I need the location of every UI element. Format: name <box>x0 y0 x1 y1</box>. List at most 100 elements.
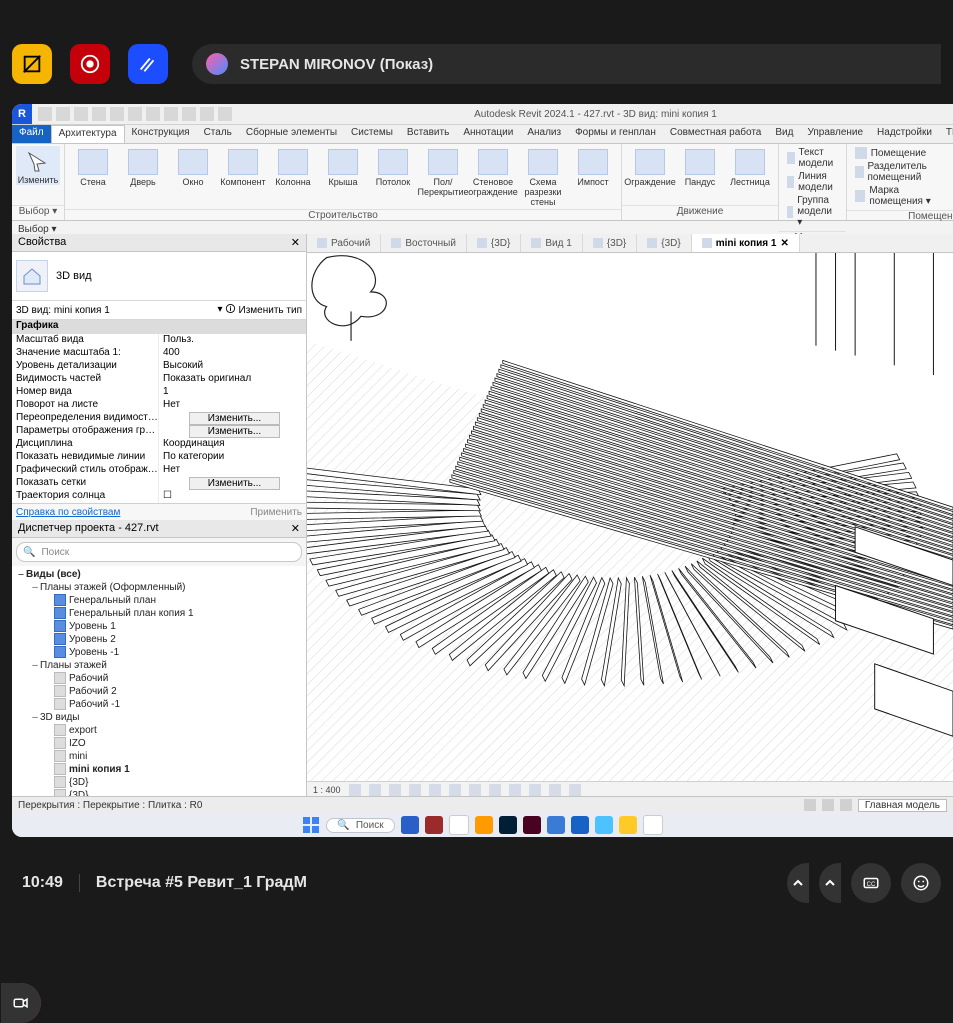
view-canvas[interactable] <box>307 253 953 781</box>
tree-node[interactable]: –3D виды <box>16 711 302 724</box>
close-icon[interactable]: ✕ <box>291 236 300 249</box>
prop-row[interactable]: Уровень детализацииВысокий <box>12 360 306 373</box>
tb-app[interactable] <box>547 816 565 834</box>
tb-app[interactable] <box>595 816 613 834</box>
tree-node[interactable]: –Виды (все) <box>16 568 302 581</box>
properties-type-selector[interactable]: 3D вид <box>12 252 306 301</box>
close-icon[interactable]: ✕ <box>780 238 788 249</box>
btn-annotate[interactable] <box>128 44 168 84</box>
prop-row[interactable]: Переопределения видимости/г...Изменить..… <box>12 412 306 425</box>
prop-row[interactable]: ДисциплинаКоординация <box>12 438 306 451</box>
tool-Колонна[interactable]: Колонна <box>269 146 317 187</box>
tree-node[interactable]: Уровень 1 <box>16 620 302 633</box>
view-tab[interactable]: Восточный <box>381 234 467 252</box>
view-tab[interactable]: {3D} <box>583 234 637 252</box>
prop-row[interactable]: Параметры отображения граф...Изменить... <box>12 425 306 438</box>
prop-row[interactable]: Показать сеткиИзменить... <box>12 477 306 490</box>
close-icon[interactable]: ✕ <box>291 522 300 535</box>
props-help-link[interactable]: Справка по свойствам <box>16 507 120 518</box>
prop-row[interactable]: Графический стиль отображен...Нет <box>12 464 306 477</box>
view-control-bar[interactable]: 1 : 400 <box>307 781 953 797</box>
tb-explorer[interactable] <box>619 816 637 834</box>
tool-Компонент[interactable]: Компонент <box>219 146 267 187</box>
start-icon[interactable] <box>302 816 320 834</box>
tool-Потолок[interactable]: Потолок <box>369 146 417 187</box>
props-apply[interactable]: Применить <box>250 507 302 518</box>
prop-row[interactable]: Показать невидимые линииПо категории <box>12 451 306 464</box>
captions-button[interactable]: CC <box>851 863 891 903</box>
tool-Крыша[interactable]: Крыша <box>319 146 367 187</box>
tree-node[interactable]: IZO <box>16 737 302 750</box>
active-workset[interactable]: Главная модель <box>858 799 947 812</box>
tool-Лестница[interactable]: Лестница <box>726 146 774 187</box>
prop-row[interactable]: Номер вида1 <box>12 386 306 399</box>
tb-id[interactable] <box>523 816 541 834</box>
tool-Текст модели[interactable]: Текст модели <box>783 146 842 170</box>
tool-Стеновое ограждение[interactable]: Стеновое ограждение <box>469 146 517 197</box>
props-group-graphics[interactable]: Графика <box>12 320 306 334</box>
tool-Разделитель помещений[interactable]: Разделитель помещений <box>851 160 953 184</box>
tool-Пандус[interactable]: Пандус <box>676 146 724 187</box>
chevron-up-icon[interactable] <box>819 863 841 903</box>
prop-row[interactable]: Траектория солнца☐ <box>12 490 306 503</box>
tree-node[interactable]: {3D} <box>16 776 302 789</box>
prop-row[interactable]: Поворот на листеНет <box>12 399 306 412</box>
view-tab[interactable]: mini копия 1 ✕ <box>692 234 800 252</box>
btn-present[interactable] <box>12 44 52 84</box>
tb-app[interactable] <box>425 816 443 834</box>
browser-search[interactable]: 🔍Поиск <box>16 542 302 562</box>
tool-Марка помещения ▾[interactable]: Марка помещения ▾ <box>851 184 953 208</box>
mic-control[interactable] <box>777 863 809 903</box>
tree-node[interactable]: mini <box>16 750 302 763</box>
view-tabs[interactable]: РабочийВосточный{3D}Вид 1{3D}{3D}mini ко… <box>307 234 953 253</box>
prop-row[interactable]: Значение масштаба 1:400 <box>12 347 306 360</box>
tree-node[interactable]: Уровень 2 <box>16 633 302 646</box>
prop-row[interactable]: Видимость частейПоказать оригинал <box>12 373 306 386</box>
tree-node[interactable]: mini копия 1 <box>16 763 302 776</box>
btn-record[interactable] <box>70 44 110 84</box>
view-tab[interactable]: {3D} <box>467 234 521 252</box>
qat-icons[interactable] <box>32 107 238 121</box>
tab-arch[interactable]: Архитектура <box>51 125 125 143</box>
tool-Стена[interactable]: Стена <box>69 146 117 187</box>
tree-node[interactable]: Генеральный план копия 1 <box>16 607 302 620</box>
tree-node[interactable]: –Планы этажей (Оформленный) <box>16 581 302 594</box>
tb-chrome[interactable] <box>449 815 469 835</box>
tool-modify[interactable]: Изменить <box>16 146 60 185</box>
tree-node[interactable]: export <box>16 724 302 737</box>
tb-app[interactable] <box>643 815 663 835</box>
props-instance[interactable]: 3D вид: mini копия 1 <box>16 305 110 316</box>
tb-revit[interactable] <box>571 816 589 834</box>
tree-node[interactable]: –Планы этажей <box>16 659 302 672</box>
tool-Линия модели[interactable]: Линия модели <box>783 170 842 194</box>
windows-taskbar[interactable]: 🔍Поиск <box>12 813 953 837</box>
tool-Схема разрезки стены[interactable]: Схема разрезки стены <box>519 146 567 207</box>
view-scale[interactable]: 1 : 400 <box>313 785 341 795</box>
view-tab[interactable]: Рабочий <box>307 234 381 252</box>
emoji-button[interactable] <box>901 863 941 903</box>
tool-Дверь[interactable]: Дверь <box>119 146 167 187</box>
tree-node[interactable]: Уровень -1 <box>16 646 302 659</box>
taskbar-search[interactable]: 🔍Поиск <box>326 818 394 833</box>
tool-Пол/Перекрытие[interactable]: Пол/Перекрытие <box>419 146 467 197</box>
view-tab[interactable]: Вид 1 <box>521 234 582 252</box>
tool-Ограждение[interactable]: Ограждение <box>626 146 674 187</box>
ribbon-tabs[interactable]: Файл Архитектура Конструкция Сталь Сборн… <box>12 125 953 144</box>
camera-icon[interactable] <box>1 983 41 1023</box>
tool-Окно[interactable]: Окно <box>169 146 217 187</box>
tool-Импост[interactable]: Импост <box>569 146 617 187</box>
prop-row[interactable]: Масштаб видаПольз. <box>12 334 306 347</box>
revit-logo-icon[interactable]: R <box>12 104 32 124</box>
tree-node[interactable]: Рабочий 2 <box>16 685 302 698</box>
tree-node[interactable]: Рабочий <box>16 672 302 685</box>
tb-ai[interactable] <box>475 816 493 834</box>
tb-app[interactable] <box>401 816 419 834</box>
tool-Группа модели ▾[interactable]: Группа модели ▾ <box>783 194 842 229</box>
workset-icon[interactable] <box>804 799 816 811</box>
tb-ps[interactable] <box>499 816 517 834</box>
tab-file[interactable]: Файл <box>12 125 51 143</box>
tree-node[interactable]: Генеральный план <box>16 594 302 607</box>
tool-Помещение[interactable]: Помещение <box>851 146 953 160</box>
chevron-up-icon[interactable] <box>787 863 809 903</box>
camera-control[interactable] <box>809 863 841 903</box>
